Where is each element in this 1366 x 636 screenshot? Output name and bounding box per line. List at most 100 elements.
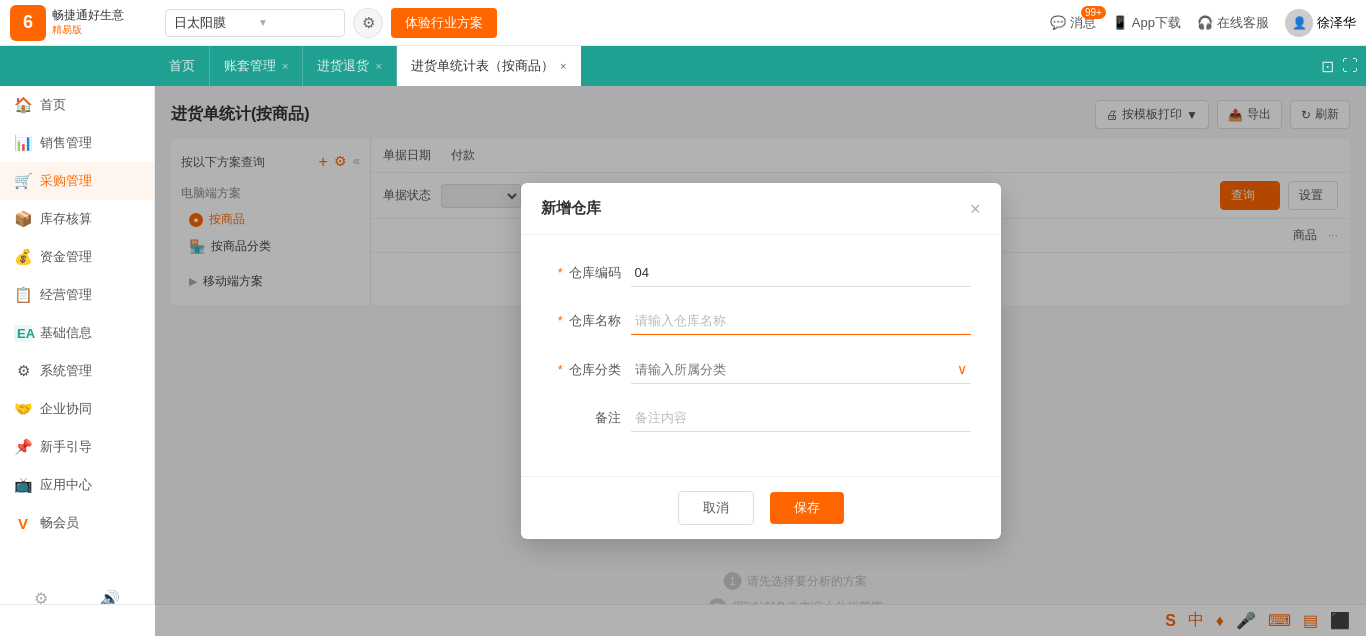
- sidebar-label-basic-info: 基础信息: [40, 324, 92, 342]
- store-arrow-icon: ▼: [258, 17, 336, 28]
- basic-info-icon: EA: [14, 325, 32, 342]
- name-label: * 仓库名称: [551, 312, 631, 330]
- name-input[interactable]: [631, 307, 971, 335]
- modal-footer: 取消 保存: [521, 476, 1001, 539]
- purchase-icon: 🛒: [14, 172, 32, 190]
- remark-label-text: 备注: [595, 410, 621, 425]
- sidebar-label-management: 经营管理: [40, 286, 92, 304]
- form-row-name: * 仓库名称: [551, 307, 971, 335]
- form-row-code: * 仓库编码: [551, 259, 971, 287]
- sidebar-label-vip: 畅会员: [40, 514, 79, 532]
- brand-sub: 精易版: [52, 23, 124, 37]
- sidebar-label-purchase: 采购管理: [40, 172, 92, 190]
- vip-icon: V: [14, 515, 32, 532]
- store-name: 日太阳膜: [174, 14, 252, 32]
- service-label: 在线客服: [1217, 14, 1269, 32]
- code-required-mark: *: [558, 265, 563, 280]
- home-icon: 🏠: [14, 96, 32, 114]
- sidebar-item-finance[interactable]: 💰 资金管理: [0, 238, 154, 276]
- sidebar-item-guide[interactable]: 📌 新手引导: [0, 428, 154, 466]
- user-name: 徐泽华: [1317, 14, 1356, 32]
- sidebar-item-management[interactable]: 📋 经营管理: [0, 276, 154, 314]
- category-select-row[interactable]: ∨: [631, 355, 971, 384]
- message-badge: 99+: [1081, 6, 1106, 19]
- tab-stats-label: 进货单统计表（按商品）: [411, 57, 554, 75]
- system-icon: ⚙: [14, 362, 32, 380]
- tab-returns-close-icon[interactable]: ×: [375, 60, 381, 72]
- sidebar-label-enterprise: 企业协同: [40, 400, 92, 418]
- trial-button[interactable]: 体验行业方案: [391, 8, 497, 38]
- restore-icon[interactable]: ⊡: [1321, 57, 1334, 76]
- sidebar-label-guide: 新手引导: [40, 438, 92, 456]
- app-dl-label: App下载: [1132, 14, 1181, 32]
- main-layout: 🏠 首页 📊 销售管理 🛒 采购管理 📦 库存核算 💰 资金管理 📋 经营管理 …: [0, 86, 1366, 636]
- tab-home[interactable]: 首页: [155, 46, 210, 86]
- sidebar-item-purchase[interactable]: 🛒 采购管理: [0, 162, 154, 200]
- modal-body: * 仓库编码 * 仓库名称 * 仓库: [521, 235, 1001, 476]
- content-area: 进货单统计(按商品) 🖨 按模板打印 ▼ 📤 导出 ↻ 刷新: [155, 86, 1366, 636]
- category-label-text: 仓库分类: [569, 362, 621, 377]
- sidebar-item-home[interactable]: 🏠 首页: [0, 86, 154, 124]
- tab-stats[interactable]: 进货单统计表（按商品） ×: [397, 46, 581, 86]
- sidebar: 🏠 首页 📊 销售管理 🛒 采购管理 📦 库存核算 💰 资金管理 📋 经营管理 …: [0, 86, 155, 636]
- sidebar-item-enterprise[interactable]: 🤝 企业协同: [0, 390, 154, 428]
- code-input[interactable]: [631, 259, 971, 287]
- tab-returns[interactable]: 进货退货 ×: [303, 46, 396, 86]
- category-input[interactable]: [635, 362, 957, 377]
- category-label: * 仓库分类: [551, 361, 631, 379]
- sidebar-item-sales[interactable]: 📊 销售管理: [0, 124, 154, 162]
- sidebar-item-inventory[interactable]: 📦 库存核算: [0, 200, 154, 238]
- finance-icon: 💰: [14, 248, 32, 266]
- modal-header: 新增仓库 ×: [521, 183, 1001, 235]
- app-center-icon: 📺: [14, 476, 32, 494]
- tab-bar: 首页 账套管理 × 进货退货 × 进货单统计表（按商品） × ⊡ ⛶: [0, 46, 1366, 86]
- tab-bar-right: ⊡ ⛶: [1321, 57, 1366, 76]
- maximize-icon[interactable]: ⛶: [1342, 57, 1358, 75]
- user-avatar-area[interactable]: 👤 徐泽华: [1285, 9, 1356, 37]
- sidebar-label-app-center: 应用中心: [40, 476, 92, 494]
- category-required-mark: *: [558, 362, 563, 377]
- enterprise-icon: 🤝: [14, 400, 32, 418]
- remark-input[interactable]: [631, 404, 971, 432]
- modal-close-button[interactable]: ×: [970, 200, 981, 218]
- sidebar-item-app-center[interactable]: 📺 应用中心: [0, 466, 154, 504]
- management-icon: 📋: [14, 286, 32, 304]
- add-warehouse-modal: 新增仓库 × * 仓库编码 * 仓库名称: [521, 183, 1001, 539]
- app-icon: 📱: [1112, 15, 1128, 30]
- modal-title: 新增仓库: [541, 199, 601, 218]
- sidebar-label-inventory: 库存核算: [40, 210, 92, 228]
- form-row-category: * 仓库分类 ∨: [551, 355, 971, 384]
- sidebar-item-vip[interactable]: V 畅会员: [0, 504, 154, 542]
- tab-accounts[interactable]: 账套管理 ×: [210, 46, 303, 86]
- store-selector[interactable]: 日太阳膜 ▼: [165, 9, 345, 37]
- form-row-remark: 备注: [551, 404, 971, 432]
- sidebar-item-basic-info[interactable]: EA 基础信息: [0, 314, 154, 352]
- message-button[interactable]: 💬 消息 99+: [1050, 14, 1096, 32]
- save-button[interactable]: 保存: [770, 492, 844, 524]
- headset-icon: 🎧: [1197, 15, 1213, 30]
- sales-icon: 📊: [14, 134, 32, 152]
- header-right: 💬 消息 99+ 📱 App下载 🎧 在线客服 👤 徐泽华: [1050, 9, 1356, 37]
- inventory-icon: 📦: [14, 210, 32, 228]
- top-header: 6 畅捷通好生意 精易版 日太阳膜 ▼ ⚙ 体验行业方案 💬 消息 99+ 📱 …: [0, 0, 1366, 46]
- sidebar-label-home: 首页: [40, 96, 66, 114]
- code-label: * 仓库编码: [551, 264, 631, 282]
- remark-label: 备注: [551, 409, 631, 427]
- tab-accounts-close-icon[interactable]: ×: [282, 60, 288, 72]
- code-label-text: 仓库编码: [569, 265, 621, 280]
- name-label-text: 仓库名称: [569, 313, 621, 328]
- sidebar-item-system[interactable]: ⚙ 系统管理: [0, 352, 154, 390]
- guide-icon: 📌: [14, 438, 32, 456]
- tab-accounts-label: 账套管理: [224, 57, 276, 75]
- name-required-mark: *: [558, 313, 563, 328]
- sidebar-label-sales: 销售管理: [40, 134, 92, 152]
- avatar: 👤: [1285, 9, 1313, 37]
- cancel-button[interactable]: 取消: [678, 491, 754, 525]
- app-download-button[interactable]: 📱 App下载: [1112, 14, 1181, 32]
- online-service-button[interactable]: 🎧 在线客服: [1197, 14, 1269, 32]
- settings-icon[interactable]: ⚙: [353, 8, 383, 38]
- brand-text: 畅捷通好生意 精易版: [52, 8, 124, 38]
- tab-home-label: 首页: [169, 57, 195, 75]
- logo-icon: 6: [10, 5, 46, 41]
- tab-stats-close-icon[interactable]: ×: [560, 60, 566, 72]
